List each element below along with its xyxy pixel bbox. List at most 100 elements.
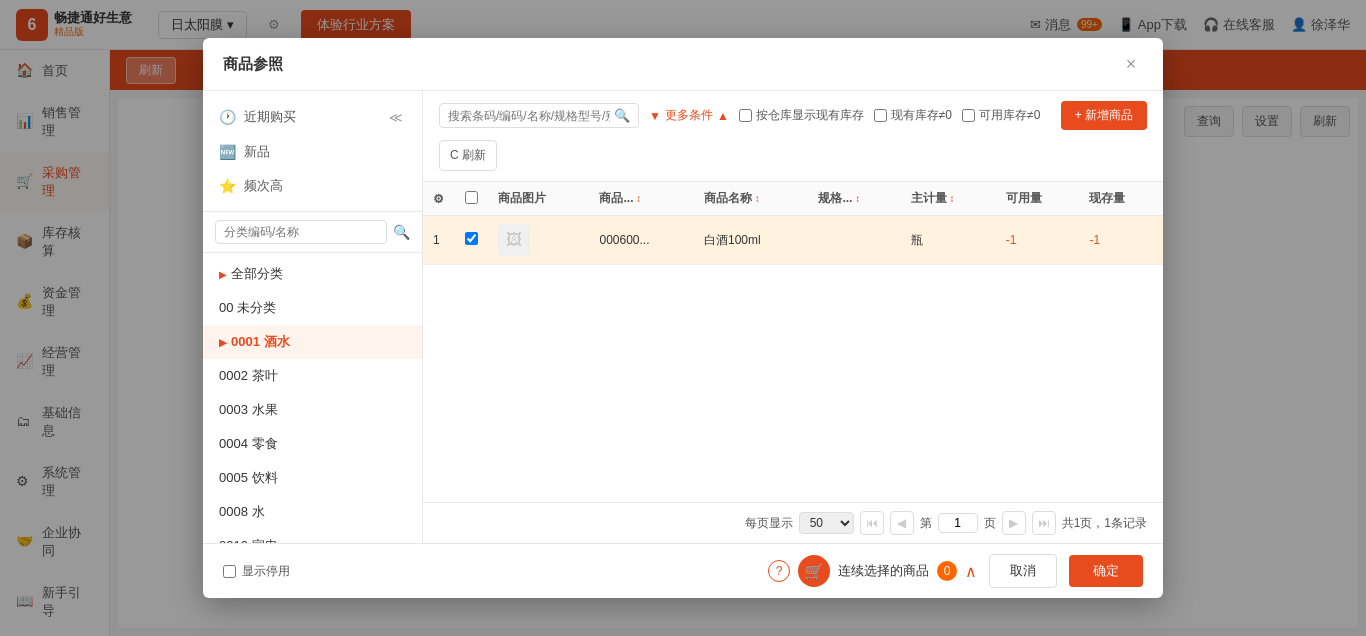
page-word: 第 — [920, 515, 932, 532]
category-0003[interactable]: 0003 水果 — [203, 393, 422, 427]
page-first-btn[interactable]: ⏮ — [860, 511, 884, 535]
check-stock-text: 按仓库显示现有库存 — [756, 107, 864, 124]
product-search-input[interactable] — [448, 109, 610, 123]
category-0004[interactable]: 0004 零食 — [203, 427, 422, 461]
all-arrow-icon: ▶ — [219, 269, 227, 280]
cart-label: 连续选择的商品 — [838, 562, 929, 580]
product-search-icon: 🔍 — [614, 108, 630, 123]
show-disabled-text: 显示停用 — [242, 563, 290, 580]
check-stock-input[interactable] — [739, 109, 752, 122]
row-spec — [808, 216, 900, 265]
tab-recent-label: 近期购买 — [244, 108, 296, 126]
star-icon: ⭐ — [219, 178, 236, 194]
row-image-cell: 🖼 — [488, 216, 589, 265]
tab-frequent[interactable]: ⭐ 频次高 — [203, 169, 422, 203]
col-available: 可用量 — [996, 182, 1080, 216]
category-search-icon[interactable]: 🔍 — [393, 224, 410, 240]
tab-frequent-label: 频次高 — [244, 177, 283, 195]
category-0002-label: 0002 茶叶 — [219, 367, 278, 385]
footer-collapse-icon[interactable]: ∧ — [965, 562, 977, 581]
category-all[interactable]: ▶ 全部分类 — [203, 257, 422, 291]
refresh-button[interactable]: C 刷新 — [439, 140, 497, 171]
row-unit: 瓶 — [901, 216, 996, 265]
row-name: 白酒100ml — [694, 216, 808, 265]
page-total-info: 共1页，1条记录 — [1062, 515, 1147, 532]
confirm-button[interactable]: 确定 — [1069, 555, 1143, 587]
category-00-label: 00 未分类 — [219, 299, 276, 317]
product-search-box[interactable]: 🔍 — [439, 103, 639, 128]
col-settings[interactable]: ⚙ — [423, 182, 455, 216]
category-0001-label: 0001 酒水 — [231, 333, 290, 351]
more-filter-button[interactable]: ▼ 更多条件 ▲ — [649, 107, 729, 124]
cancel-button[interactable]: 取消 — [989, 554, 1057, 588]
footer-cart-area: ? 🛒 连续选择的商品 0 ∧ — [768, 555, 977, 587]
page-size-label: 每页显示 — [745, 515, 793, 532]
category-search-input[interactable] — [215, 220, 387, 244]
filter-icon: ▼ — [649, 109, 661, 123]
modal-overlay: 商品参照 × 🕐 近期购买 ≪ 🆕 新品 — [0, 0, 1366, 636]
category-0010[interactable]: 0010 家电 — [203, 529, 422, 543]
cart-icon: 🛒 — [804, 562, 824, 581]
check-available-label[interactable]: 现有库存≠0 — [874, 107, 952, 124]
row-index: 1 — [423, 216, 455, 265]
quick-tabs: 🕐 近期购买 ≪ 🆕 新品 ⭐ 频次高 — [203, 91, 422, 212]
select-all-checkbox[interactable] — [465, 191, 478, 204]
new-icon: 🆕 — [219, 144, 236, 160]
filter-arrow-icon: ▲ — [717, 109, 729, 123]
page-size-select[interactable]: 50 100 — [799, 512, 854, 534]
product-thumbnail: 🖼 — [498, 224, 530, 256]
category-all-label: 全部分类 — [231, 265, 283, 283]
row-available: -1 — [996, 216, 1080, 265]
category-list: ▶ 全部分类 00 未分类 ▶ 0001 酒水 0002 茶叶 0003 水果 — [203, 253, 422, 543]
page-last-btn[interactable]: ⏭ — [1032, 511, 1056, 535]
product-table: ⚙ 商品图片 商品... 商品名称 规格... 主计量 可用量 现存量 — [423, 182, 1163, 265]
col-stock: 现存量 — [1079, 182, 1163, 216]
page-next-btn[interactable]: ▶ — [1002, 511, 1026, 535]
category-0001[interactable]: ▶ 0001 酒水 — [203, 325, 422, 359]
show-disabled-checkbox[interactable] — [223, 565, 236, 578]
tab-recent-purchase[interactable]: 🕐 近期购买 ≪ — [203, 99, 422, 135]
modal-body: 🕐 近期购买 ≪ 🆕 新品 ⭐ 频次高 🔍 — [203, 91, 1163, 543]
table-row[interactable]: 1 🖼 000600... 白酒100ml 瓶 — [423, 216, 1163, 265]
col-name[interactable]: 商品名称 — [694, 182, 808, 216]
col-spec[interactable]: 规格... — [808, 182, 900, 216]
check-available-text: 现有库存≠0 — [891, 107, 952, 124]
help-icon[interactable]: ? — [768, 560, 790, 582]
category-0008[interactable]: 0008 水 — [203, 495, 422, 529]
page-prev-btn[interactable]: ◀ — [890, 511, 914, 535]
modal-toolbar: 🔍 ▼ 更多条件 ▲ 按仓库显示现有库存 现有库存≠0 — [423, 91, 1163, 182]
product-table-wrap: ⚙ 商品图片 商品... 商品名称 规格... 主计量 可用量 现存量 — [423, 182, 1163, 502]
col-code[interactable]: 商品... — [589, 182, 694, 216]
check-usable-input[interactable] — [962, 109, 975, 122]
row-checkbox-cell[interactable] — [455, 216, 488, 265]
page-unit: 页 — [984, 515, 996, 532]
modal-footer: 显示停用 ? 🛒 连续选择的商品 0 ∧ 取消 确定 — [203, 543, 1163, 598]
category-0003-label: 0003 水果 — [219, 401, 278, 419]
category-search-row: 🔍 — [203, 212, 422, 253]
row-checkbox[interactable] — [465, 232, 478, 245]
tab-new-product[interactable]: 🆕 新品 — [203, 135, 422, 169]
category-0002[interactable]: 0002 茶叶 — [203, 359, 422, 393]
filter-label: 更多条件 — [665, 107, 713, 124]
row-stock: -1 — [1079, 216, 1163, 265]
collapse-icon[interactable]: ≪ — [386, 107, 406, 127]
row-code: 000600... — [589, 216, 694, 265]
category-00[interactable]: 00 未分类 — [203, 291, 422, 325]
modal-close-button[interactable]: × — [1119, 52, 1143, 76]
modal-right-panel: 🔍 ▼ 更多条件 ▲ 按仓库显示现有库存 现有库存≠0 — [423, 91, 1163, 543]
modal-header: 商品参照 × — [203, 38, 1163, 91]
tab-new-label: 新品 — [244, 143, 270, 161]
show-disabled-label[interactable]: 显示停用 — [223, 563, 290, 580]
category-0008-label: 0008 水 — [219, 503, 265, 521]
check-available-input[interactable] — [874, 109, 887, 122]
product-modal: 商品参照 × 🕐 近期购买 ≪ 🆕 新品 — [203, 38, 1163, 598]
page-number-input[interactable] — [938, 513, 978, 533]
check-stock-label[interactable]: 按仓库显示现有库存 — [739, 107, 864, 124]
category-0005[interactable]: 0005 饮料 — [203, 461, 422, 495]
add-product-button[interactable]: + 新增商品 — [1061, 101, 1147, 130]
category-0004-label: 0004 零食 — [219, 435, 278, 453]
cart-button[interactable]: 🛒 — [798, 555, 830, 587]
check-usable-label[interactable]: 可用库存≠0 — [962, 107, 1040, 124]
col-checkbox — [455, 182, 488, 216]
col-unit[interactable]: 主计量 — [901, 182, 996, 216]
